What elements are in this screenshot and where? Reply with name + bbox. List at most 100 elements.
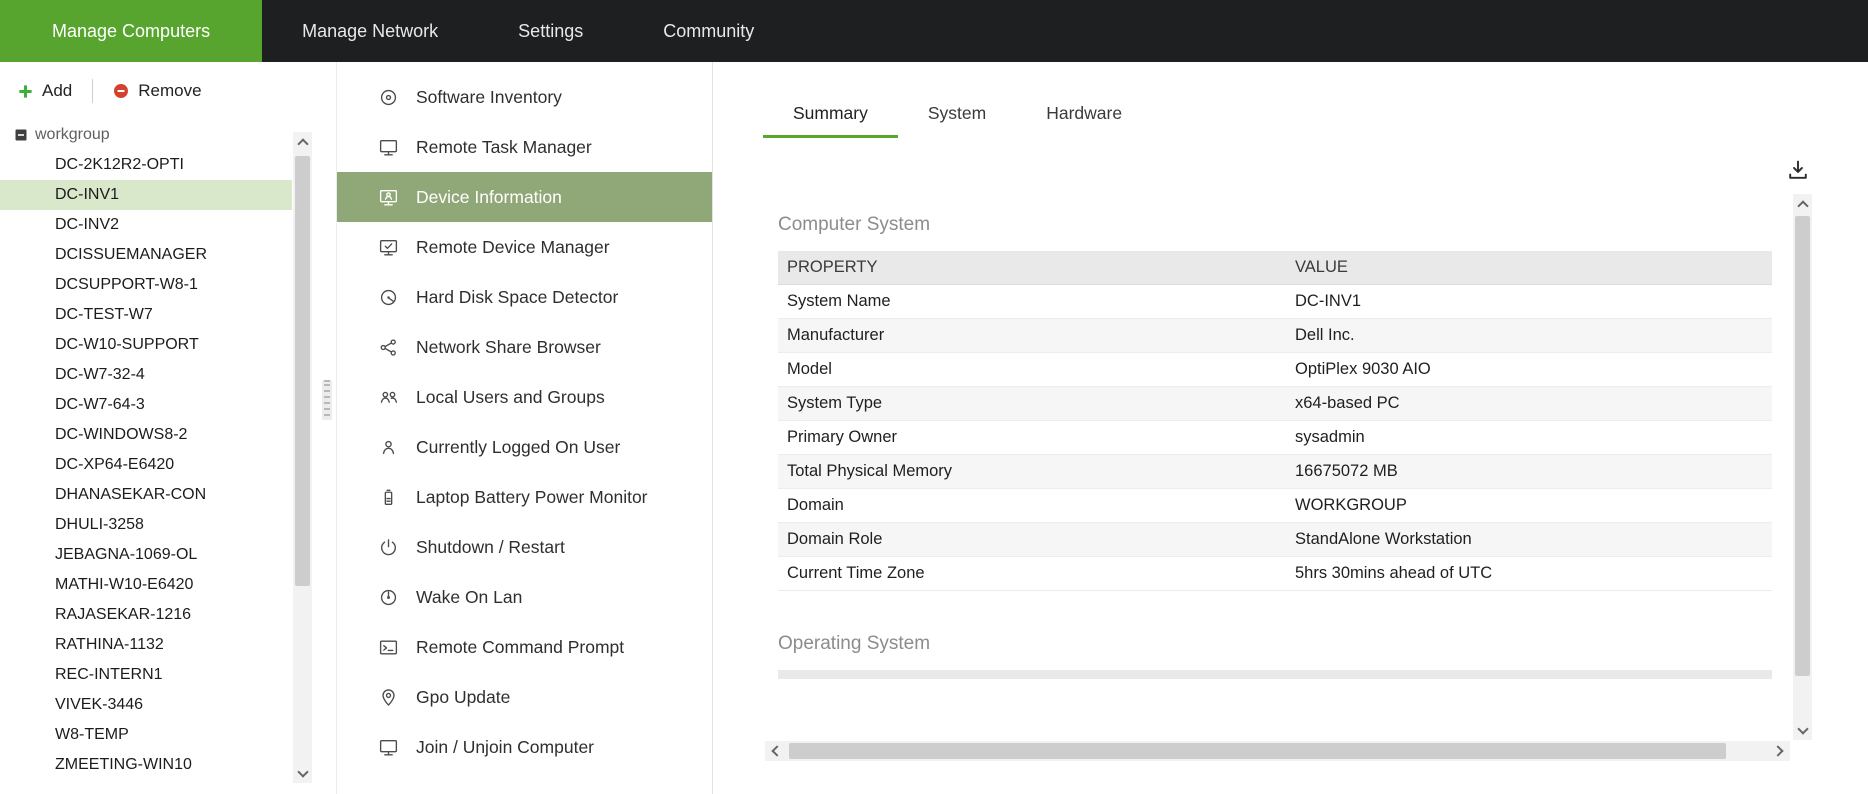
remove-computer-button[interactable]: Remove [113, 81, 202, 101]
computer-tree-item[interactable]: RAJASEKAR-1216 [0, 600, 292, 630]
menu-item-hard-disk-space-detector[interactable]: Hard Disk Space Detector [337, 272, 712, 322]
remove-button-label: Remove [138, 81, 202, 100]
menu-item-network-share-browser[interactable]: Network Share Browser [337, 322, 712, 372]
network-share-browser-icon [377, 336, 399, 358]
operating-system-title: Operating System [778, 633, 931, 654]
tab-label: Hardware [1046, 103, 1123, 123]
computer-tree-item[interactable]: DC-TEST-W7 [0, 300, 292, 330]
export-report-button[interactable] [1786, 158, 1810, 182]
computer-tree-item[interactable]: DCISSUEMANAGER [0, 240, 292, 270]
computer-tree: workgroup DC-2K12R2-OPTI DC-INV1 DC-INV2… [0, 120, 292, 782]
table-row: Manufacturer Dell Inc. [778, 319, 1772, 353]
computer-tree-item[interactable]: DCSUPPORT-W8-1 [0, 270, 292, 300]
nav-tab-community[interactable]: Community [623, 0, 794, 62]
value-cell: WORKGROUP [1295, 496, 1407, 514]
operating-system-section: Operating System PROPERTY VALUE OS Name … [778, 633, 1772, 679]
computer-list-panel: Add Remove workgroup DC-2K12R2-OPTI DC-I… [0, 62, 337, 794]
computer-tree-item[interactable]: DC-XP64-E6420 [0, 450, 292, 480]
scroll-down-arrow-icon[interactable] [1793, 721, 1812, 740]
menu-item-remote-device-manager[interactable]: Remote Device Manager [337, 222, 712, 272]
add-button-label: Add [42, 81, 73, 100]
computer-tree-item[interactable]: DHANASEKAR-CON [0, 480, 292, 510]
scroll-up-arrow-icon[interactable] [1793, 194, 1812, 213]
menu-item-label: Hard Disk Space Detector [416, 286, 619, 307]
computer-system-title: Computer System [778, 214, 931, 235]
menu-item-currently-logged-on-user[interactable]: Currently Logged On User [337, 422, 712, 472]
content-horizontal-scrollbar[interactable] [765, 741, 1790, 761]
workgroup-node[interactable]: workgroup [0, 120, 292, 150]
scrollbar-thumb[interactable] [1795, 216, 1810, 676]
property-cell: Total Physical Memory [787, 462, 953, 480]
computer-name-label: DCSUPPORT-W8-1 [55, 276, 198, 293]
menu-item-remote-command-prompt[interactable]: Remote Command Prompt [337, 622, 712, 672]
nav-tab-manage-computers[interactable]: Manage Computers [0, 0, 263, 62]
computer-tree-item[interactable]: DHULI-3258 [0, 510, 292, 540]
computer-list-toolbar: Add Remove [0, 62, 336, 120]
menu-item-label: Remote Command Prompt [416, 636, 625, 657]
menu-item-shutdown-restart[interactable]: Shutdown / Restart [337, 522, 712, 572]
scrollbar-thumb[interactable] [789, 743, 1726, 759]
computer-name-label: DC-2K12R2-OPTI [55, 156, 184, 173]
computer-tree-item[interactable]: ZMEETING-WIN10 [0, 750, 292, 780]
tab-summary[interactable]: Summary [763, 92, 898, 138]
nav-tab-label: Settings [518, 20, 584, 41]
scrollbar-thumb[interactable] [295, 156, 310, 586]
scroll-down-arrow-icon[interactable] [293, 764, 312, 783]
menu-item-label: Software Inventory [416, 86, 562, 107]
nav-tab-settings[interactable]: Settings [478, 0, 623, 62]
scroll-left-arrow-icon[interactable] [765, 741, 785, 761]
menu-item-gpo-update[interactable]: Gpo Update [337, 672, 712, 722]
property-cell: Domain Role [787, 530, 883, 548]
property-cell: Domain [787, 496, 844, 514]
sidebar-scrollbar[interactable] [293, 132, 312, 783]
panel-collapse-handle[interactable] [322, 380, 332, 420]
menu-item-label: Gpo Update [416, 686, 511, 707]
add-computer-button[interactable]: Add [18, 81, 72, 101]
menu-item-label: Join / Unjoin Computer [416, 736, 594, 757]
property-cell: System Type [787, 394, 883, 412]
menu-item-device-information[interactable]: Device Information [337, 172, 712, 222]
menu-item-remote-task-manager[interactable]: Remote Task Manager [337, 122, 712, 172]
table-row: Domain WORKGROUP [778, 489, 1772, 523]
computer-tree-item[interactable]: MATHI-W10-E6420 [0, 570, 292, 600]
property-cell: Current Time Zone [787, 564, 925, 582]
computer-tree-item[interactable]: VIVEK-3446 [0, 690, 292, 720]
gpo-update-icon [377, 686, 399, 708]
computer-tree-item[interactable]: DC-INV1 [0, 180, 292, 210]
menu-item-label: Network Share Browser [416, 336, 601, 357]
computer-tree-item[interactable]: RATHINA-1132 [0, 630, 292, 660]
computer-tree-item[interactable]: JEBAGNA-1069-OL [0, 540, 292, 570]
scroll-up-arrow-icon[interactable] [293, 132, 312, 151]
nav-tab-label: Manage Computers [52, 20, 211, 41]
computer-name-label: DCISSUEMANAGER [55, 246, 208, 263]
computer-tree-item[interactable]: DC-W10-SUPPORT [0, 330, 292, 360]
property-cell: System Name [787, 292, 891, 310]
property-cell: Model [787, 360, 832, 378]
computer-name-label: DC-W7-64-3 [55, 396, 145, 413]
computer-tree-item[interactable]: DC-WINDOWS8-2 [0, 420, 292, 450]
computer-tree-item[interactable]: REC-INTERN1 [0, 660, 292, 690]
nav-tab-label: Community [663, 20, 755, 41]
menu-item-local-users-and-groups[interactable]: Local Users and Groups [337, 372, 712, 422]
computer-tree-item[interactable]: DC-2K12R2-OPTI [0, 150, 292, 180]
computer-tree-item[interactable]: W8-TEMP [0, 720, 292, 750]
remove-icon [113, 83, 129, 99]
computer-name-label: REC-INTERN1 [55, 666, 163, 683]
menu-item-laptop-battery-power-monitor[interactable]: Laptop Battery Power Monitor [337, 472, 712, 522]
computer-tree-item[interactable]: DC-W7-32-4 [0, 360, 292, 390]
content-vertical-scrollbar[interactable] [1793, 194, 1812, 740]
tab-system[interactable]: System [898, 92, 1016, 138]
scroll-right-arrow-icon[interactable] [1770, 741, 1790, 761]
menu-item-label: Shutdown / Restart [416, 536, 565, 557]
menu-item-join-unjoin-computer[interactable]: Join / Unjoin Computer [337, 722, 712, 772]
computer-list: DC-2K12R2-OPTI DC-INV1 DC-INV2 DCISSUEMA… [0, 150, 292, 782]
collapse-icon[interactable] [15, 129, 27, 141]
menu-item-wake-on-lan[interactable]: Wake On Lan [337, 572, 712, 622]
menu-item-software-inventory[interactable]: Software Inventory [337, 72, 712, 122]
table-header-row: PROPERTY VALUE [778, 251, 1772, 285]
computer-tree-item[interactable]: DC-W7-64-3 [0, 390, 292, 420]
tab-hardware[interactable]: Hardware [1016, 92, 1152, 138]
nav-tab-manage-network[interactable]: Manage Network [262, 0, 478, 62]
computer-tree-item[interactable]: DC-INV2 [0, 210, 292, 240]
computer-name-label: DC-WINDOWS8-2 [55, 426, 188, 443]
